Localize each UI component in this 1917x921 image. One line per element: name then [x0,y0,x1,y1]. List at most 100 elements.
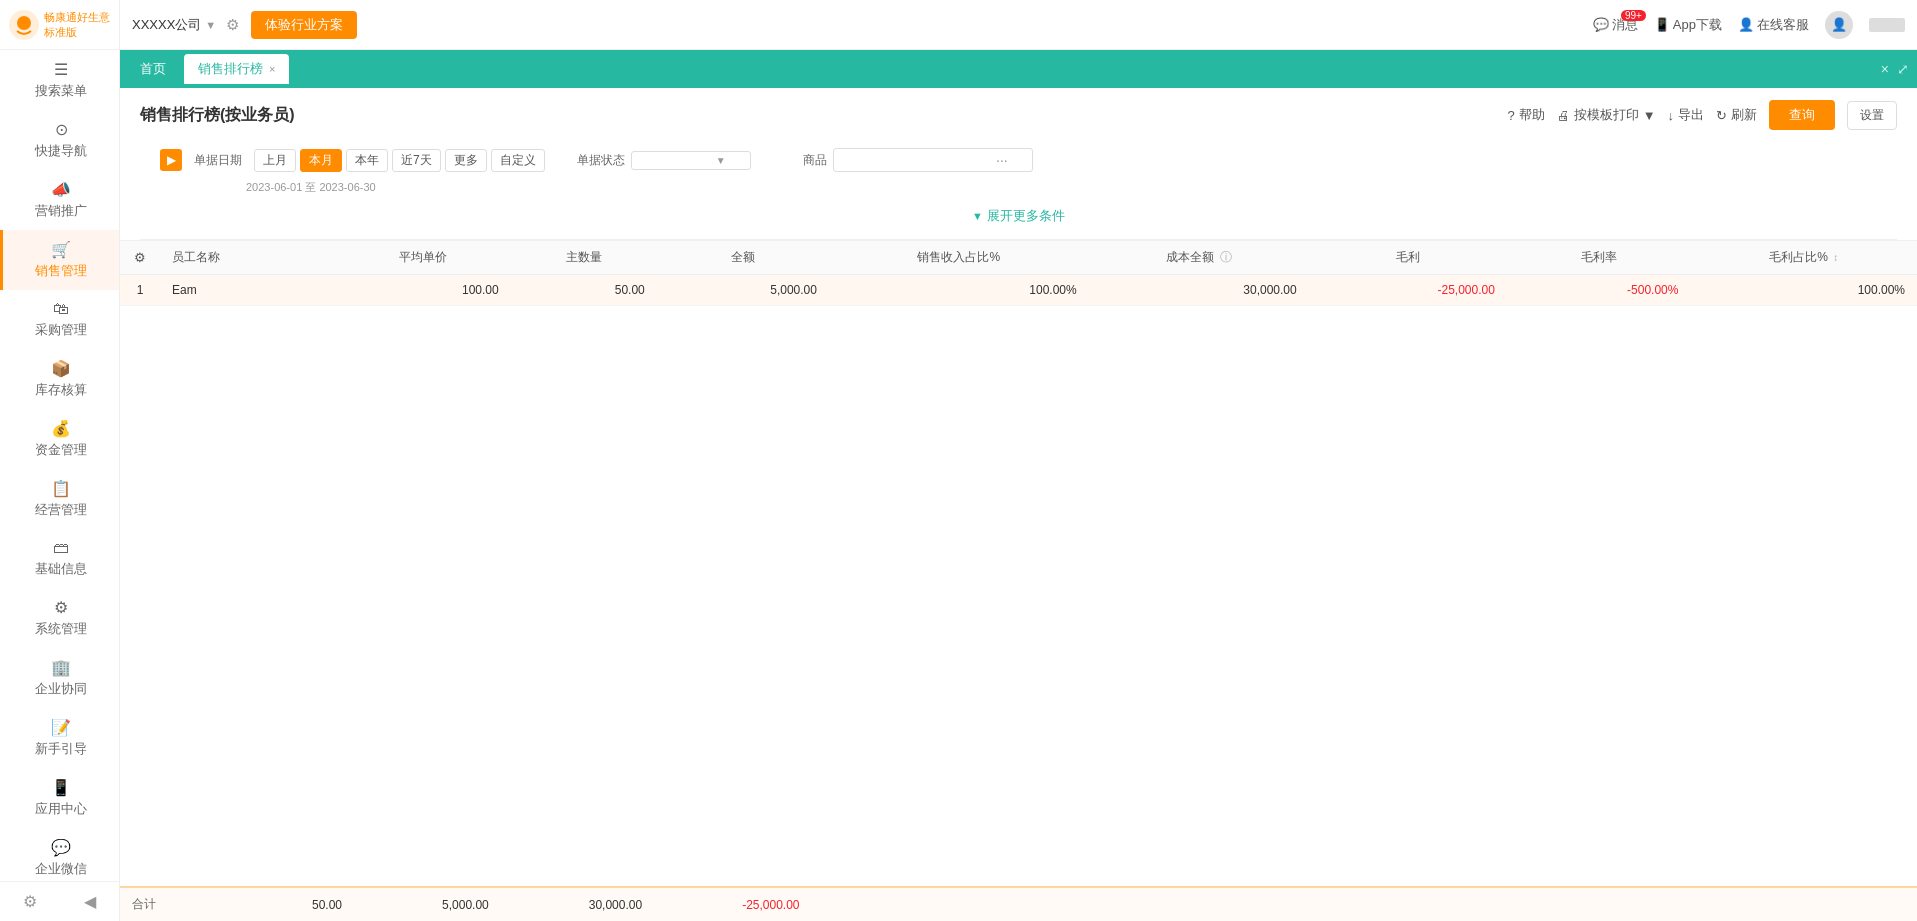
status-filter-label: 单据状态 [577,152,625,169]
message-btn[interactable]: 💬 消息 99+ [1593,16,1638,34]
col-qty: 主数量 [511,241,657,275]
sidebar-label-search: 搜索菜单 [35,82,87,100]
sidebar-icon-guide: 📝 [51,718,71,737]
expand-more-btn[interactable]: ▼ 展开更多条件 [972,207,1065,225]
refresh-btn[interactable]: ↻ 刷新 [1716,106,1757,124]
cell-avg-price: 100.00 [335,275,510,306]
avatar[interactable]: 👤 [1825,11,1853,39]
col-gross-pct: 毛利占比% ↕ [1690,241,1917,275]
goods-input[interactable]: ··· [833,148,1033,172]
sidebar-item-sales[interactable]: 🛒 销售管理 [0,230,119,290]
col-avg-price: 平均单价 [335,241,510,275]
sidebar-settings-btn[interactable]: ⚙ [23,892,37,911]
cell-sales-pct: 100.00% [829,275,1089,306]
col-gross: 毛利 [1309,241,1507,275]
sidebar-icon-wechat: 💬 [51,838,71,857]
sidebar-item-wechat[interactable]: 💬 企业微信 [0,828,119,881]
export-icon: ↓ [1668,108,1675,123]
print-label: 按模板打印 [1574,106,1639,124]
status-dropdown-icon: ▼ [716,155,726,166]
tab-close-btn[interactable]: × [269,63,275,75]
tab-sales-ranking[interactable]: 销售排行榜 × [184,54,289,84]
date-btn-this-month[interactable]: 本月 [300,149,342,172]
tab-home[interactable]: 首页 [124,54,182,84]
sidebar-icon-search: ☰ [54,60,68,79]
sidebar-item-quicknav[interactable]: ⊙ 快捷导航 [0,110,119,170]
expand-more-label: 展开更多条件 [987,207,1065,225]
avatar-icon: 👤 [1831,17,1847,32]
col-gross-rate: 毛利率 [1507,241,1691,275]
company-name: XXXXX公司 [132,16,201,34]
cell-amount: 5,000.00 [657,275,829,306]
gross-pct-sort-icon[interactable]: ↕ [1833,252,1838,263]
cell-rank: 1 [120,275,160,306]
print-btn[interactable]: 🖨 按模板打印 ▼ [1557,106,1656,124]
window-restore-btn[interactable]: ⤢ [1897,61,1909,77]
service-label: 在线客服 [1757,16,1809,34]
footer-qty: 50.00 [312,898,342,912]
date-btn-more[interactable]: 更多 [445,149,487,172]
app-label: App下载 [1673,16,1722,34]
logo-text: 畅康通好生意 标准版 [44,10,111,39]
sidebar-item-basic[interactable]: 🗃 基础信息 [0,529,119,588]
window-close-btn[interactable]: × [1881,61,1889,77]
sidebar-icon-marketing: 📣 [51,180,71,199]
cell-gross: -25,000.00 [1309,275,1507,306]
date-btn-this-year[interactable]: 本年 [346,149,388,172]
cost-info-icon[interactable]: ⓘ [1220,250,1232,264]
sidebar-item-corp[interactable]: 🏢 企业协同 [0,648,119,708]
sidebar-icon-purchase: 🛍 [53,300,69,318]
logo-icon [8,9,40,41]
sidebar-item-finance[interactable]: 💰 资金管理 [0,409,119,469]
sidebar-icon-inventory: 📦 [51,359,71,378]
date-range-display: 2023-06-01 至 2023-06-30 [246,180,376,195]
sidebar-item-purchase[interactable]: 🛍 采购管理 [0,290,119,349]
service-icon: 👤 [1738,17,1754,32]
footer-gross: -25,000.00 [742,898,799,912]
filter-area: ▶ 单据日期 上月 本月 本年 近7天 更多 自定义 单据状态 [140,138,1897,240]
sidebar-icon-system: ⚙ [54,598,68,617]
table-header-row: ⚙ 员工名称 平均单价 主数量 全额 销售收入占比% 成本全额 ⓘ 毛利 [120,241,1917,275]
app-download-btn[interactable]: 📱 App下载 [1654,16,1722,34]
company-selector[interactable]: XXXXX公司 ▼ [132,16,216,34]
help-label: 帮助 [1519,106,1545,124]
sidebar-label-guide: 新手引导 [35,740,87,758]
page-actions: ? 帮助 🖨 按模板打印 ▼ ↓ 导出 ↻ 刷新 [1507,100,1897,130]
sidebar-collapse-btn[interactable]: ◀ [84,892,96,911]
page-title-row: 销售排行榜(按业务员) ? 帮助 🖨 按模板打印 ▼ ↓ 导出 [140,100,1897,138]
main-content: XXXXX公司 ▼ ⚙ 体验行业方案 💬 消息 99+ 📱 App下载 👤 在线… [120,0,1917,921]
trial-btn[interactable]: 体验行业方案 [251,11,357,39]
col-settings[interactable]: ⚙ [120,241,160,275]
export-btn[interactable]: ↓ 导出 [1668,106,1705,124]
sidebar-item-operation[interactable]: 📋 经营管理 [0,469,119,529]
table-footer: 合计 50.00 5,000.00 30,000.00 -25,000.00 [120,886,1917,921]
status-select[interactable]: ▼ [631,151,751,170]
cell-cost: 30,000.00 [1089,275,1309,306]
filter-goods-group: 商品 ··· [803,148,1033,172]
sidebar-item-system[interactable]: ⚙ 系统管理 [0,588,119,648]
col-cost: 成本全额 ⓘ [1089,241,1309,275]
sidebar-label-finance: 资金管理 [35,441,87,459]
topbar-gear-icon[interactable]: ⚙ [226,16,239,34]
settings-btn[interactable]: 设置 [1847,101,1897,130]
sidebar-item-guide[interactable]: 📝 新手引导 [0,708,119,768]
help-btn[interactable]: ? 帮助 [1507,106,1544,124]
goods-more-icon[interactable]: ··· [996,152,1008,168]
company-dropdown-icon: ▼ [205,19,216,31]
sidebar-item-marketing[interactable]: 📣 营销推广 [0,170,119,230]
sidebar-label-basic: 基础信息 [35,560,87,578]
query-btn[interactable]: 查询 [1769,100,1835,130]
sidebar-icon-quicknav: ⊙ [55,120,68,139]
date-btn-7days[interactable]: 近7天 [392,149,441,172]
sidebar-label-marketing: 营销推广 [35,202,87,220]
online-service-btn[interactable]: 👤 在线客服 [1738,16,1809,34]
sidebar-item-search[interactable]: ☰ 搜索菜单 [0,50,119,110]
cell-gross-pct: 100.00% [1690,275,1917,306]
sidebar-icon-corp: 🏢 [51,658,71,677]
topbar: XXXXX公司 ▼ ⚙ 体验行业方案 💬 消息 99+ 📱 App下载 👤 在线… [120,0,1917,50]
collapse-filter-btn[interactable]: ▶ [160,149,182,171]
sidebar-item-inventory[interactable]: 📦 库存核算 [0,349,119,409]
sidebar-item-apps[interactable]: 📱 应用中心 [0,768,119,828]
date-btn-custom[interactable]: 自定义 [491,149,545,172]
date-btn-last-month[interactable]: 上月 [254,149,296,172]
